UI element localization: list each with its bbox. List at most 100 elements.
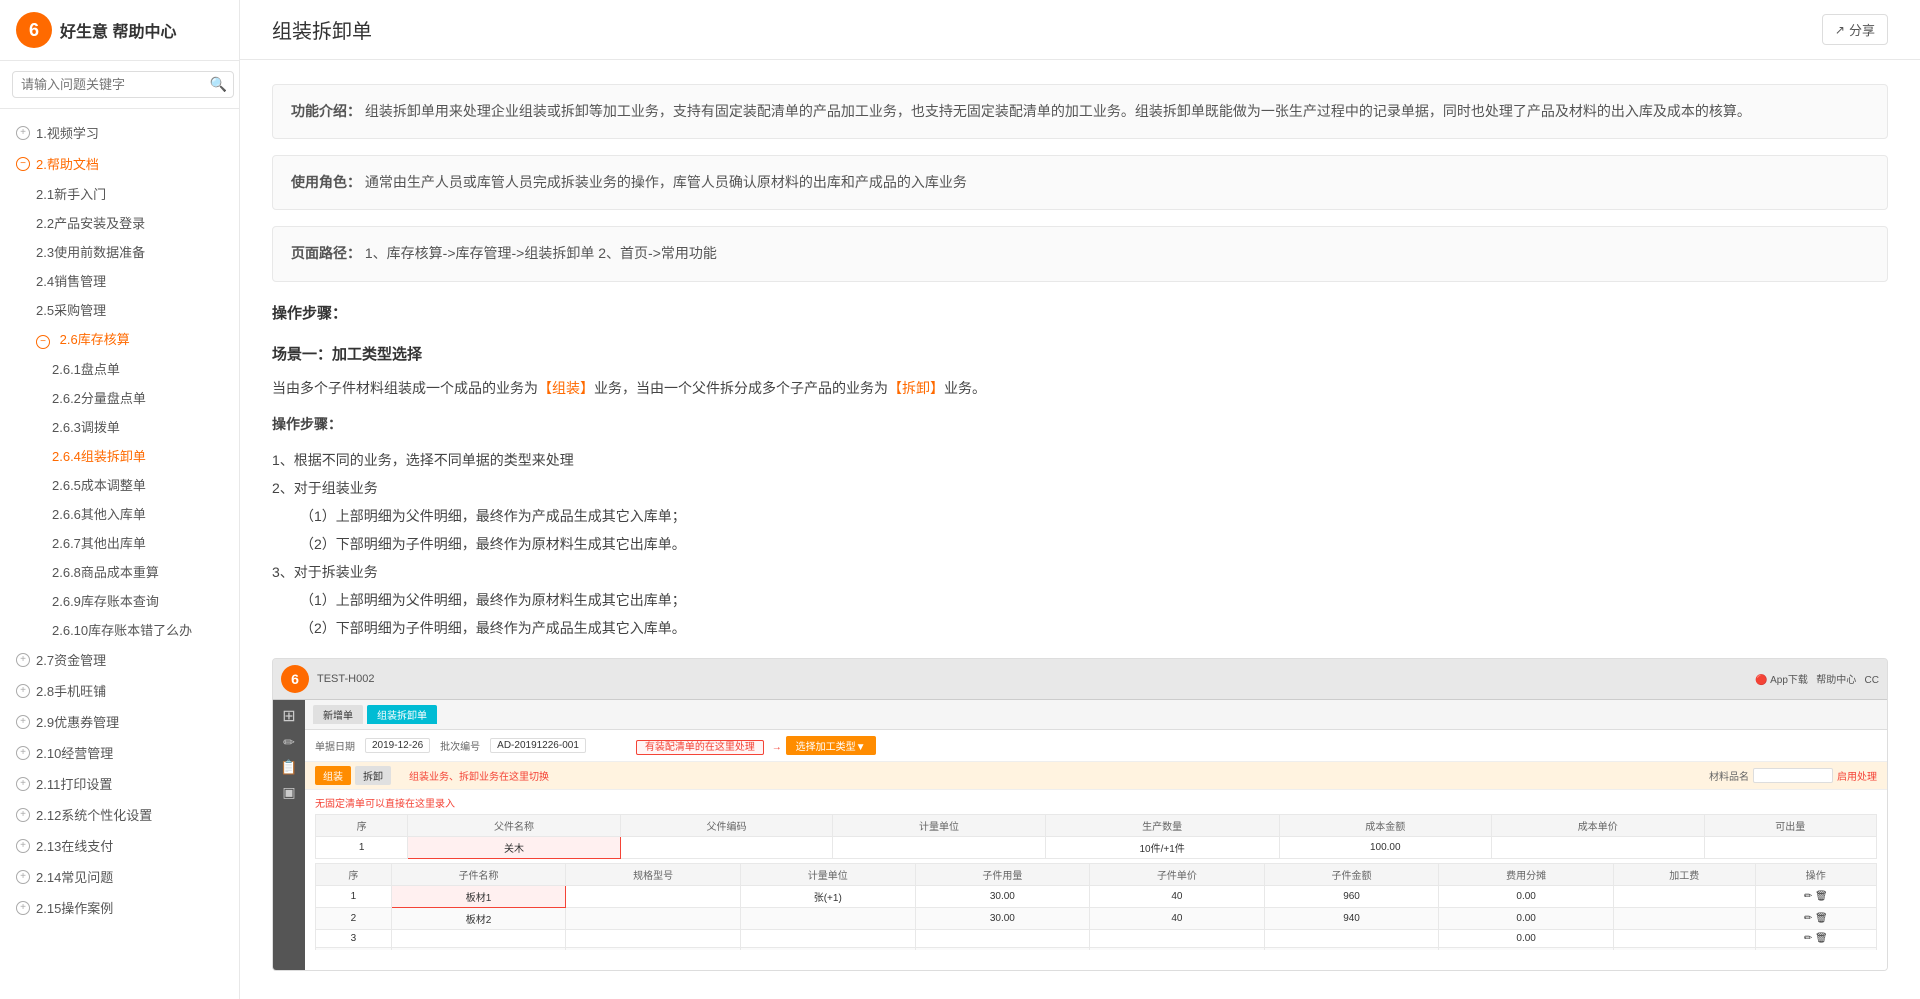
function-intro-text: 组装拆卸单用来处理企业组装或拆卸等加工业务，支持有固定装配清单的产品加工业务，也…	[365, 103, 1751, 119]
path-text: 1、库存核算->库存管理->组装拆卸单 2、首页->常用功能	[365, 245, 717, 261]
search-box: 🔍	[0, 61, 239, 109]
annotation4-area: 无固定清单可以直接在这里录入	[315, 794, 1877, 810]
sidebar-header: 6 好生意 帮助中心	[0, 0, 239, 61]
annotation2-label: 组装业务、拆卸业务在这里切换	[409, 768, 549, 783]
col-prod-qty: 生产数量	[1045, 814, 1279, 836]
sidebar-item-sub264[interactable]: 2.6.4组装拆卸单	[0, 441, 239, 470]
sidebar-item-sub21[interactable]: 2.1新手入门	[0, 179, 239, 208]
search-input[interactable]	[12, 71, 234, 98]
expand-icon-cat215: +	[16, 901, 30, 915]
table-row: 4 0.00 ✏ 🗑	[316, 947, 1877, 950]
sidebar-item-sub262[interactable]: 2.6.2分量盘点单	[0, 383, 239, 412]
sidebar-item-cat212[interactable]: + 2.12系统个性化设置	[0, 799, 239, 830]
annotation1-label: 有装配清单的在这里处理	[636, 740, 764, 755]
expand-icon-cat2: −	[16, 157, 30, 171]
share-button[interactable]: ↗ 分享	[1822, 14, 1888, 45]
path-label: 页面路径：	[291, 245, 361, 261]
sidebar-item-label: 2.11打印设置	[36, 774, 112, 793]
parent-table: 序 父件名称 父件编码 计量单位 生产数量 成本金额 成本单价 可出量	[315, 814, 1877, 859]
role-block: 使用角色： 通常由生产人员或库管人员完成拆装业务的操作，库管人员确认原材料的出库…	[272, 155, 1888, 210]
sidebar-item-sub265[interactable]: 2.6.5成本调整单	[0, 470, 239, 499]
step1: 1、根据不同的业务，选择不同单据的类型来处理	[272, 446, 1888, 474]
role-text: 通常由生产人员或库管人员完成拆装业务的操作，库管人员确认原材料的出库和产成品的入…	[365, 174, 967, 190]
annotation1-arrow: →	[772, 742, 782, 753]
app-sidebar-icon1: ⊞	[282, 706, 295, 726]
sidebar-item-sub266[interactable]: 2.6.6其他入库单	[0, 499, 239, 528]
sidebar-item-sub269[interactable]: 2.6.9库存账本查询	[0, 586, 239, 615]
sidebar-item-sub25[interactable]: 2.5采购管理	[0, 295, 239, 324]
sidebar-item-cat215[interactable]: + 2.15操作案例	[0, 892, 239, 923]
screenshot-logo: 6	[281, 665, 309, 693]
sidebar-item-cat28[interactable]: + 2.8手机旺铺	[0, 675, 239, 706]
material-input[interactable]	[1753, 768, 1833, 783]
app-sidebar-icon2: ✏	[283, 734, 295, 751]
sidebar-item-sub22[interactable]: 2.2产品安装及登录	[0, 208, 239, 237]
annotation3-label: 启用处理	[1837, 768, 1877, 783]
function-intro-label: 功能介绍：	[291, 103, 361, 119]
date-value: 2019-12-26	[365, 738, 430, 753]
annotation4-label: 无固定清单可以直接在这里录入	[315, 799, 455, 810]
app-subheader: 组装 拆卸 组装业务、拆卸业务在这里切换 材料品名 启用处理	[305, 762, 1887, 790]
sidebar-item-cat210[interactable]: + 2.10经营管理	[0, 737, 239, 768]
expand-icon-cat210: +	[16, 746, 30, 760]
table-row: 2 板材2 30.00 40 940 0.00 ✏ 🗑	[316, 907, 1877, 929]
sidebar-item-label: 2.12系统个性化设置	[36, 805, 152, 824]
sidebar-item-label: 2.13在线支付	[36, 836, 113, 855]
col-sales-qty: 计量单位	[833, 814, 1046, 836]
sidebar-item-cat211[interactable]: + 2.11打印设置	[0, 768, 239, 799]
step3: 3、对于拆装业务	[272, 558, 1888, 586]
expand-icon-cat212: +	[16, 808, 30, 822]
app-sidebar: ⊞ ✏ 📋 ▣	[273, 700, 305, 970]
ops-steps-title: 操作步骤：	[272, 410, 1888, 438]
sidebar-item-cat29[interactable]: + 2.9优惠券管理	[0, 706, 239, 737]
step3-sub2: （2）下部明细为子件明细，最终作为产成品生成其它入库单。	[300, 614, 1888, 642]
date-label: 单据日期	[315, 738, 355, 753]
step2-sub1: （1）上部明细为父件明细，最终作为产成品生成其它入库单；	[300, 502, 1888, 530]
scene-desc: 当由多个子件材料组装成一个成品的业务为【组装】业务，当由一个父件拆分成多个子产品…	[272, 374, 1888, 402]
table-row: 1 板材1 张(+1) 30.00 40 960 0.00 ✏ 🗑	[316, 885, 1877, 907]
sidebar-item-sub261[interactable]: 2.6.1盘点单	[0, 354, 239, 383]
child-table: 序 子件名称 规格型号 计量单位 子件用量 子件单价 子件金额 费用分摊 加工费	[315, 863, 1877, 950]
app-tabbar: 新增单 组装拆卸单	[305, 700, 1887, 730]
process-type-btn[interactable]: 选择加工类型▼	[786, 736, 876, 755]
sidebar-item-cat1[interactable]: + 1.视频学习	[0, 117, 239, 148]
step2: 2、对于组装业务	[272, 474, 1888, 502]
col-seq: 序	[316, 814, 408, 836]
sidebar-item-sub23[interactable]: 2.3使用前数据准备	[0, 237, 239, 266]
type-tab-disassembly[interactable]: 拆卸	[355, 766, 391, 785]
col-cost-price: 成本单价	[1492, 814, 1705, 836]
screenshot-topbar-text: TEST-H002	[317, 673, 374, 685]
minus-icon: −	[36, 335, 50, 349]
sidebar-item-label: 2.8手机旺铺	[36, 681, 106, 700]
sidebar-item-sub263[interactable]: 2.6.3调拨单	[0, 412, 239, 441]
sidebar-item-label: 2.14常见问题	[36, 867, 113, 886]
content-area: 功能介绍： 组装拆卸单用来处理企业组装或拆卸等加工业务，支持有固定装配清单的产品…	[240, 60, 1920, 995]
type-tabs: 组装 拆卸	[315, 766, 391, 785]
app-form-header: 单据日期 2019-12-26 批次编号 AD-20191226-001 有装配…	[305, 730, 1887, 762]
type-tab-assembly[interactable]: 组装	[315, 766, 351, 785]
batch-label: 批次编号	[440, 738, 480, 753]
sidebar-item-sub268[interactable]: 2.6.8商品成本重算	[0, 557, 239, 586]
sidebar-item-cat2[interactable]: − 2.帮助文档	[0, 148, 239, 179]
sidebar-item-sub24[interactable]: 2.4销售管理	[0, 266, 239, 295]
app-name: 好生意 帮助中心	[60, 18, 176, 42]
sidebar-item-sub26[interactable]: − 2.6库存核算	[0, 324, 239, 354]
sidebar-item-cat214[interactable]: + 2.14常见问题	[0, 861, 239, 892]
material-input-area: 材料品名 启用处理	[1709, 768, 1877, 783]
app-tab-new[interactable]: 新增单	[313, 705, 363, 724]
sidebar-item-sub267[interactable]: 2.6.7其他出库单	[0, 528, 239, 557]
function-intro-block: 功能介绍： 组装拆卸单用来处理企业组装或拆卸等加工业务，支持有固定装配清单的产品…	[272, 84, 1888, 139]
sidebar-item-label: 2.10经营管理	[36, 743, 113, 762]
expand-icon-cat214: +	[16, 870, 30, 884]
sidebar-item-cat27[interactable]: + 2.7资金管理	[0, 644, 239, 675]
sidebar-item-cat213[interactable]: + 2.13在线支付	[0, 830, 239, 861]
ops-title: 操作步骤：	[272, 302, 1888, 323]
sidebar-item-label: 2.帮助文档	[36, 154, 99, 173]
screenshot-container: 6 TEST-H002 🔴 App下载 帮助中心 CC ⊞ ✏ 📋 ▣	[272, 658, 1888, 971]
app-table-area: 无固定清单可以直接在这里录入 序 父件名称 父件编码 计量单位 生产数量	[305, 790, 1887, 950]
page-title: 组装拆卸单	[272, 15, 372, 44]
sidebar-item-sub2610[interactable]: 2.6.10库存账本错了么办	[0, 615, 239, 644]
path-block: 页面路径： 1、库存核算->库存管理->组装拆卸单 2、首页->常用功能	[272, 226, 1888, 281]
app-tab-active[interactable]: 组装拆卸单	[367, 705, 437, 724]
sidebar-item-label: 2.7资金管理	[36, 650, 106, 669]
